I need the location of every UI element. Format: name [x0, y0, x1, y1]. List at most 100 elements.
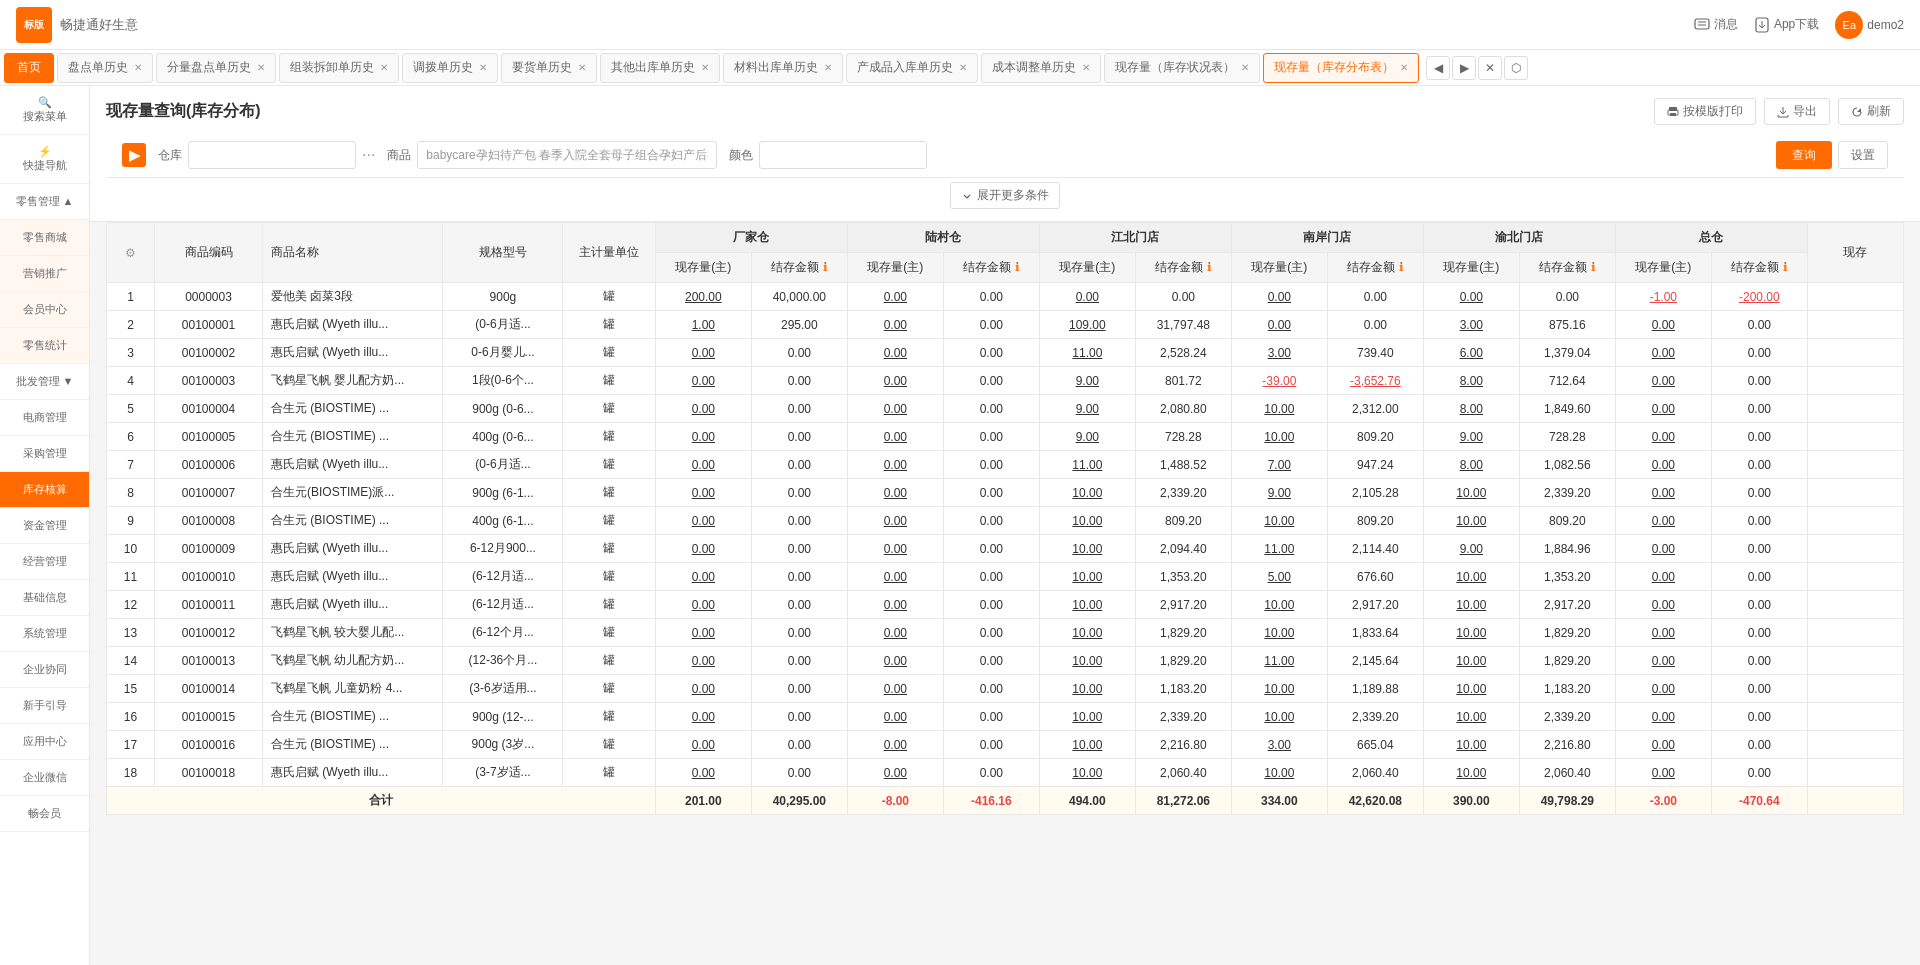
cell-zc-qty[interactable]: -1.00: [1615, 283, 1711, 311]
table-wrapper[interactable]: ⚙ 商品编码 商品名称 规格型号 主计量单位 厂家仓 陆村仓 江北门店 南岸门店…: [106, 222, 1904, 815]
tab-close-icon[interactable]: ✕: [479, 62, 487, 73]
cell-yb-qty[interactable]: 10.00: [1423, 759, 1519, 787]
cell-jb-qty[interactable]: 109.00: [1039, 311, 1135, 339]
refresh-btn[interactable]: 刷新: [1838, 98, 1904, 125]
tab-close-icon[interactable]: ✕: [380, 62, 388, 73]
cell-fc-qty[interactable]: 0.00: [655, 367, 751, 395]
sidebar-item-wechat[interactable]: 企业微信: [0, 760, 89, 796]
tab-close-icon[interactable]: ✕: [134, 62, 142, 73]
tab-product-in[interactable]: 产成品入库单历史 ✕: [846, 53, 978, 83]
cell-lc-qty[interactable]: 0.00: [847, 759, 943, 787]
tab-close-icon[interactable]: ✕: [701, 62, 709, 73]
cell-jb-qty[interactable]: 9.00: [1039, 367, 1135, 395]
cell-fc-qty[interactable]: 0.00: [655, 647, 751, 675]
cell-zc-qty[interactable]: 0.00: [1615, 311, 1711, 339]
cell-na-qty[interactable]: 11.00: [1231, 535, 1327, 563]
tab-close-icon[interactable]: ✕: [824, 62, 832, 73]
tab-material-out[interactable]: 材料出库单历史 ✕: [723, 53, 843, 83]
cell-zc-qty[interactable]: 0.00: [1615, 339, 1711, 367]
warehouse-dots[interactable]: ···: [362, 146, 375, 164]
sidebar-item-operation[interactable]: 经营管理: [0, 544, 89, 580]
cell-yb-qty[interactable]: 10.00: [1423, 647, 1519, 675]
cell-lc-qty[interactable]: 0.00: [847, 507, 943, 535]
tab-assembly[interactable]: 组装拆卸单历史 ✕: [279, 53, 399, 83]
cell-na-qty[interactable]: 10.00: [1231, 423, 1327, 451]
cell-jb-qty[interactable]: 10.00: [1039, 535, 1135, 563]
cell-yb-qty[interactable]: 8.00: [1423, 367, 1519, 395]
cell-fc-qty[interactable]: 0.00: [655, 703, 751, 731]
cell-yb-qty[interactable]: 3.00: [1423, 311, 1519, 339]
tab-home[interactable]: 首页: [4, 53, 54, 83]
sidebar-item-basic[interactable]: 基础信息: [0, 580, 89, 616]
cell-fc-qty[interactable]: 0.00: [655, 451, 751, 479]
cell-yb-qty[interactable]: 10.00: [1423, 479, 1519, 507]
cell-zc-qty[interactable]: 0.00: [1615, 367, 1711, 395]
cell-na-qty[interactable]: 7.00: [1231, 451, 1327, 479]
cell-na-qty[interactable]: 10.00: [1231, 395, 1327, 423]
tab-close-icon[interactable]: ✕: [959, 62, 967, 73]
cell-lc-qty[interactable]: 0.00: [847, 395, 943, 423]
cell-fc-qty[interactable]: 200.00: [655, 283, 751, 311]
cell-na-qty[interactable]: 11.00: [1231, 647, 1327, 675]
tab-requisition[interactable]: 要货单历史 ✕: [501, 53, 597, 83]
cell-lc-qty[interactable]: 0.00: [847, 647, 943, 675]
cell-yb-qty[interactable]: 10.00: [1423, 703, 1519, 731]
goods-input[interactable]: [417, 141, 717, 169]
expand-conditions-btn[interactable]: 展开更多条件: [950, 182, 1060, 209]
cell-jb-qty[interactable]: 11.00: [1039, 451, 1135, 479]
setting-button[interactable]: 设置: [1838, 141, 1888, 169]
cell-zc-qty[interactable]: 0.00: [1615, 619, 1711, 647]
sidebar-item-retail[interactable]: 零售管理 ▲: [0, 184, 89, 220]
sidebar-item-nav[interactable]: ⚡ 快捷导航: [0, 135, 89, 184]
cell-lc-qty[interactable]: 0.00: [847, 479, 943, 507]
cell-lc-qty[interactable]: 0.00: [847, 339, 943, 367]
cell-na-qty[interactable]: 0.00: [1231, 311, 1327, 339]
app-download-btn[interactable]: App下载: [1754, 16, 1819, 33]
cell-na-qty[interactable]: 3.00: [1231, 731, 1327, 759]
cell-jb-qty[interactable]: 10.00: [1039, 703, 1135, 731]
settings-icon[interactable]: ⚙: [125, 246, 136, 260]
cell-fc-qty[interactable]: 0.00: [655, 619, 751, 647]
tab-close-icon[interactable]: ✕: [1082, 62, 1090, 73]
color-input[interactable]: [759, 141, 927, 169]
sidebar-item-vip[interactable]: 畅会员: [0, 796, 89, 832]
tab-stock-dist[interactable]: 现存量（库存分布表） ✕: [1263, 53, 1419, 83]
cell-jb-qty[interactable]: 9.00: [1039, 423, 1135, 451]
cell-lc-qty[interactable]: 0.00: [847, 563, 943, 591]
print-btn[interactable]: 按模版打印: [1654, 98, 1756, 125]
cell-lc-qty[interactable]: 0.00: [847, 535, 943, 563]
cell-yb-qty[interactable]: 10.00: [1423, 507, 1519, 535]
cell-jb-qty[interactable]: 10.00: [1039, 675, 1135, 703]
sidebar-item-purchase[interactable]: 采购管理: [0, 436, 89, 472]
warehouse-input[interactable]: [188, 141, 356, 169]
cell-yb-qty[interactable]: 10.00: [1423, 563, 1519, 591]
cell-jb-qty[interactable]: 11.00: [1039, 339, 1135, 367]
cell-na-qty[interactable]: 10.00: [1231, 759, 1327, 787]
cell-zc-qty[interactable]: 0.00: [1615, 451, 1711, 479]
user-area[interactable]: Ea demo2: [1835, 11, 1904, 39]
cell-zc-qty[interactable]: 0.00: [1615, 647, 1711, 675]
search-button[interactable]: 查询: [1776, 141, 1832, 169]
cell-fc-qty[interactable]: 0.00: [655, 479, 751, 507]
cell-na-qty[interactable]: 3.00: [1231, 339, 1327, 367]
tab-close-icon[interactable]: ✕: [1400, 62, 1408, 73]
cell-fc-qty[interactable]: 1.00: [655, 311, 751, 339]
cell-na-qty[interactable]: 10.00: [1231, 675, 1327, 703]
cell-zc-qty[interactable]: 0.00: [1615, 535, 1711, 563]
tab-close-icon[interactable]: ✕: [257, 62, 265, 73]
cell-na-qty[interactable]: 10.00: [1231, 507, 1327, 535]
tab-stock-status[interactable]: 现存量（库存状况表） ✕: [1104, 53, 1260, 83]
sidebar-item-member[interactable]: 会员中心: [0, 292, 89, 328]
cell-na-qty[interactable]: 5.00: [1231, 563, 1327, 591]
cell-zc-qty[interactable]: 0.00: [1615, 395, 1711, 423]
sidebar-item-marketing[interactable]: 营销推广: [0, 256, 89, 292]
cell-yb-qty[interactable]: 10.00: [1423, 619, 1519, 647]
cell-fc-qty[interactable]: 0.00: [655, 563, 751, 591]
cell-na-qty[interactable]: 9.00: [1231, 479, 1327, 507]
tab-prev-btn[interactable]: ◀: [1426, 56, 1450, 80]
cell-jb-qty[interactable]: 10.00: [1039, 647, 1135, 675]
tab-transfer[interactable]: 调拨单历史 ✕: [402, 53, 498, 83]
sidebar-item-apps[interactable]: 应用中心: [0, 724, 89, 760]
cell-fc-qty[interactable]: 0.00: [655, 507, 751, 535]
tab-close-all-btn[interactable]: ✕: [1478, 56, 1502, 80]
